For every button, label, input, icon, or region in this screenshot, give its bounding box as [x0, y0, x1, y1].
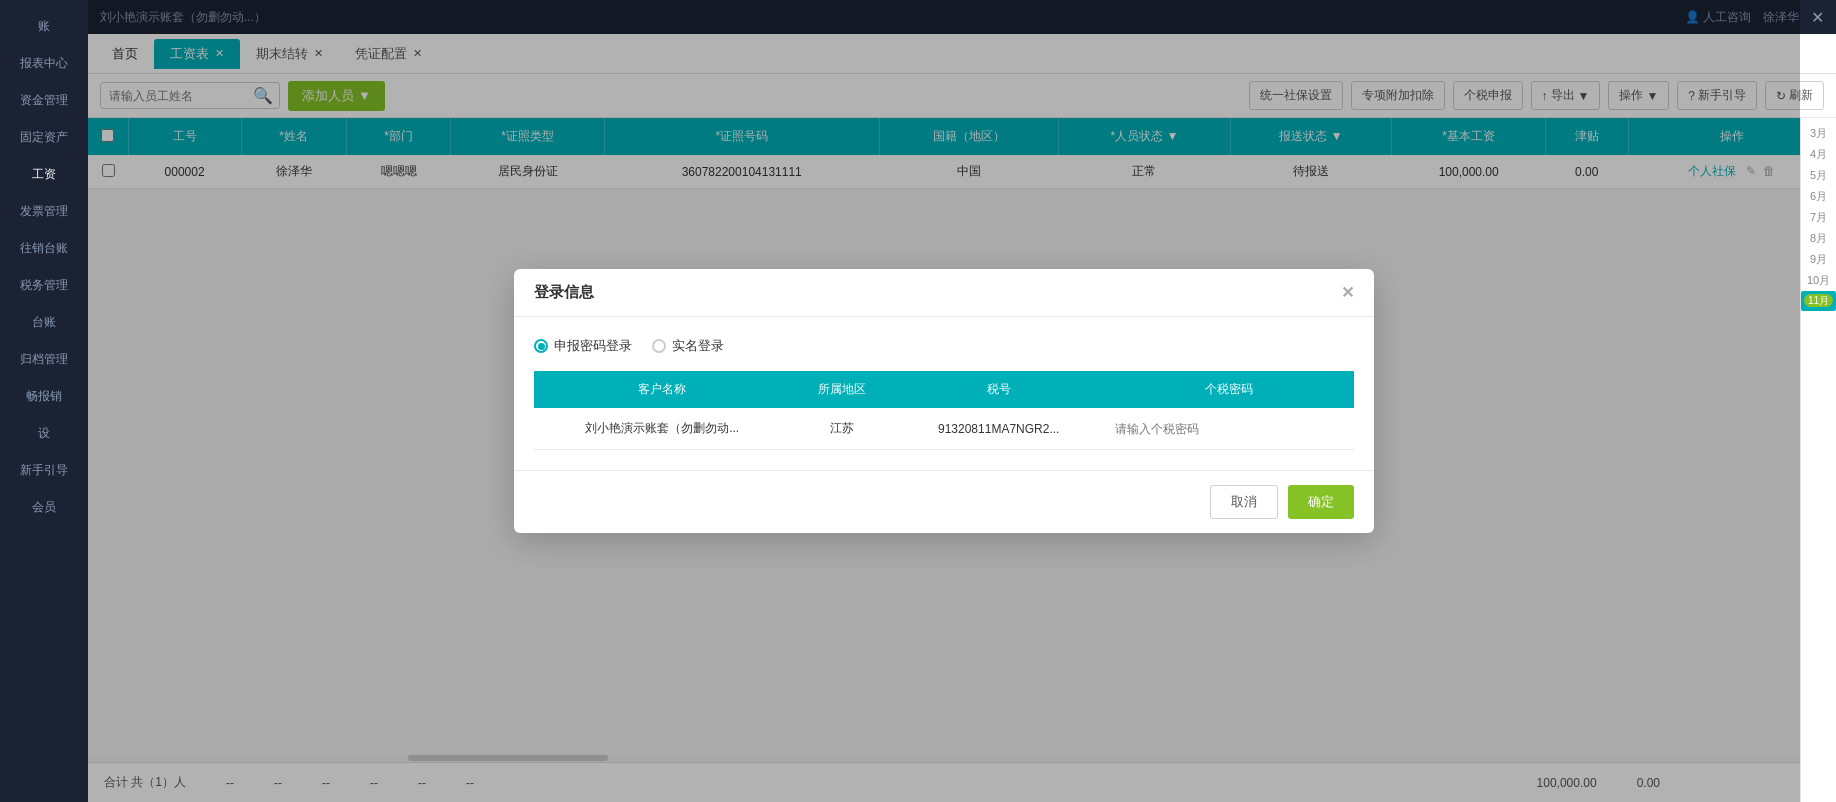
sidebar-item-account[interactable]: 账: [0, 8, 88, 45]
sidebar-item-asset[interactable]: 固定资产: [0, 119, 88, 156]
sidebar-item-label: 新手引导: [0, 462, 88, 479]
radio-realname-label: 实名登录: [672, 337, 724, 355]
col-region: 所属地区: [790, 371, 894, 408]
sidebar-item-report[interactable]: 报表中心: [0, 45, 88, 82]
date-panel-8[interactable]: 8月: [1810, 228, 1827, 249]
sidebar-item-label: 税务管理: [0, 277, 88, 294]
sidebar-item-tax[interactable]: 税务管理: [0, 267, 88, 304]
cancel-button[interactable]: 取消: [1210, 485, 1278, 519]
cell-tax-no: 91320811MA7NGR2...: [894, 408, 1103, 450]
sidebar-item-archive[interactable]: 归档管理: [0, 341, 88, 378]
sidebar-item-invoice[interactable]: 发票管理: [0, 193, 88, 230]
date-badge: 11月: [1804, 294, 1833, 307]
sidebar-item-member[interactable]: 会员: [0, 489, 88, 526]
sidebar-item-label: 设: [0, 425, 88, 442]
sidebar-item-label: 资金管理: [0, 92, 88, 109]
date-panel-5[interactable]: 5月: [1810, 165, 1827, 186]
col-client-name: 客户名称: [534, 371, 790, 408]
radio-realname-login[interactable]: 实名登录: [652, 337, 724, 355]
login-table: 客户名称 所属地区 税号 个税密码 刘小艳演示账套（勿删勿动... 江苏 913…: [534, 371, 1354, 450]
sidebar-item-label: 账: [0, 18, 88, 35]
modal-footer: 取消 确定: [514, 470, 1374, 533]
sidebar-item-label: 畅报销: [0, 388, 88, 405]
sidebar-item-expense[interactable]: 畅报销: [0, 378, 88, 415]
sidebar-item-salary[interactable]: 工资: [0, 156, 88, 193]
modal-overlay: 登录信息 ✕ 申报密码登录 实名登录 客户名称 所属: [88, 0, 1800, 802]
date-panel-7[interactable]: 7月: [1810, 207, 1827, 228]
sidebar-item-label: 归档管理: [0, 351, 88, 368]
date-panel-3[interactable]: 3月: [1810, 123, 1827, 144]
sidebar-item-label: 报表中心: [0, 55, 88, 72]
modal-close-icon[interactable]: ✕: [1341, 283, 1354, 302]
sidebar-item-label: 台账: [0, 314, 88, 331]
sidebar-item-label: 工资: [0, 166, 88, 183]
modal-header: 登录信息 ✕: [514, 269, 1374, 317]
sidebar: 账 报表中心 资金管理 固定资产 工资 发票管理 往销台账 税务管理 台账 归档…: [0, 0, 88, 802]
sidebar-item-settings[interactable]: 设: [0, 415, 88, 452]
date-panel-10[interactable]: 10月: [1807, 270, 1830, 291]
cell-client-name: 刘小艳演示账套（勿删勿动...: [534, 408, 790, 450]
date-panel-9[interactable]: 9月: [1810, 249, 1827, 270]
sidebar-item-label: 固定资产: [0, 129, 88, 146]
radio-password-label: 申报密码登录: [554, 337, 632, 355]
date-panel-4[interactable]: 4月: [1810, 144, 1827, 165]
sidebar-item-guide[interactable]: 新手引导: [0, 452, 88, 489]
radio-group: 申报密码登录 实名登录: [534, 337, 1354, 355]
modal-body: 申报密码登录 实名登录 客户名称 所属地区 税号 个税密码: [514, 317, 1374, 470]
topnav-close-button[interactable]: ✕: [1811, 8, 1824, 27]
sidebar-item-fund[interactable]: 资金管理: [0, 82, 88, 119]
date-panel-6[interactable]: 6月: [1810, 186, 1827, 207]
radio-realname-circle: [652, 339, 666, 353]
sidebar-item-ledger[interactable]: 台账: [0, 304, 88, 341]
modal-title: 登录信息: [534, 283, 594, 302]
col-tax-no: 税号: [894, 371, 1103, 408]
sidebar-item-label: 往销台账: [0, 240, 88, 257]
radio-password-login[interactable]: 申报密码登录: [534, 337, 632, 355]
sidebar-item-label: 发票管理: [0, 203, 88, 220]
sidebar-item-sales[interactable]: 往销台账: [0, 230, 88, 267]
sidebar-item-label: 会员: [0, 499, 88, 516]
confirm-button[interactable]: 确定: [1288, 485, 1354, 519]
radio-password-circle: [534, 339, 548, 353]
tax-password-input[interactable]: [1115, 422, 1342, 436]
cell-tax-password[interactable]: [1103, 408, 1354, 450]
cell-region: 江苏: [790, 408, 894, 450]
date-panel-11[interactable]: 11月: [1801, 291, 1836, 311]
login-modal: 登录信息 ✕ 申报密码登录 实名登录 客户名称 所属: [514, 269, 1374, 533]
login-table-row: 刘小艳演示账套（勿删勿动... 江苏 91320811MA7NGR2...: [534, 408, 1354, 450]
date-panel: 2023.11 12月 1月 2月 3月 4月 5月 6月 7月 8月 9月 1…: [1800, 0, 1836, 802]
col-tax-password: 个税密码: [1103, 371, 1354, 408]
